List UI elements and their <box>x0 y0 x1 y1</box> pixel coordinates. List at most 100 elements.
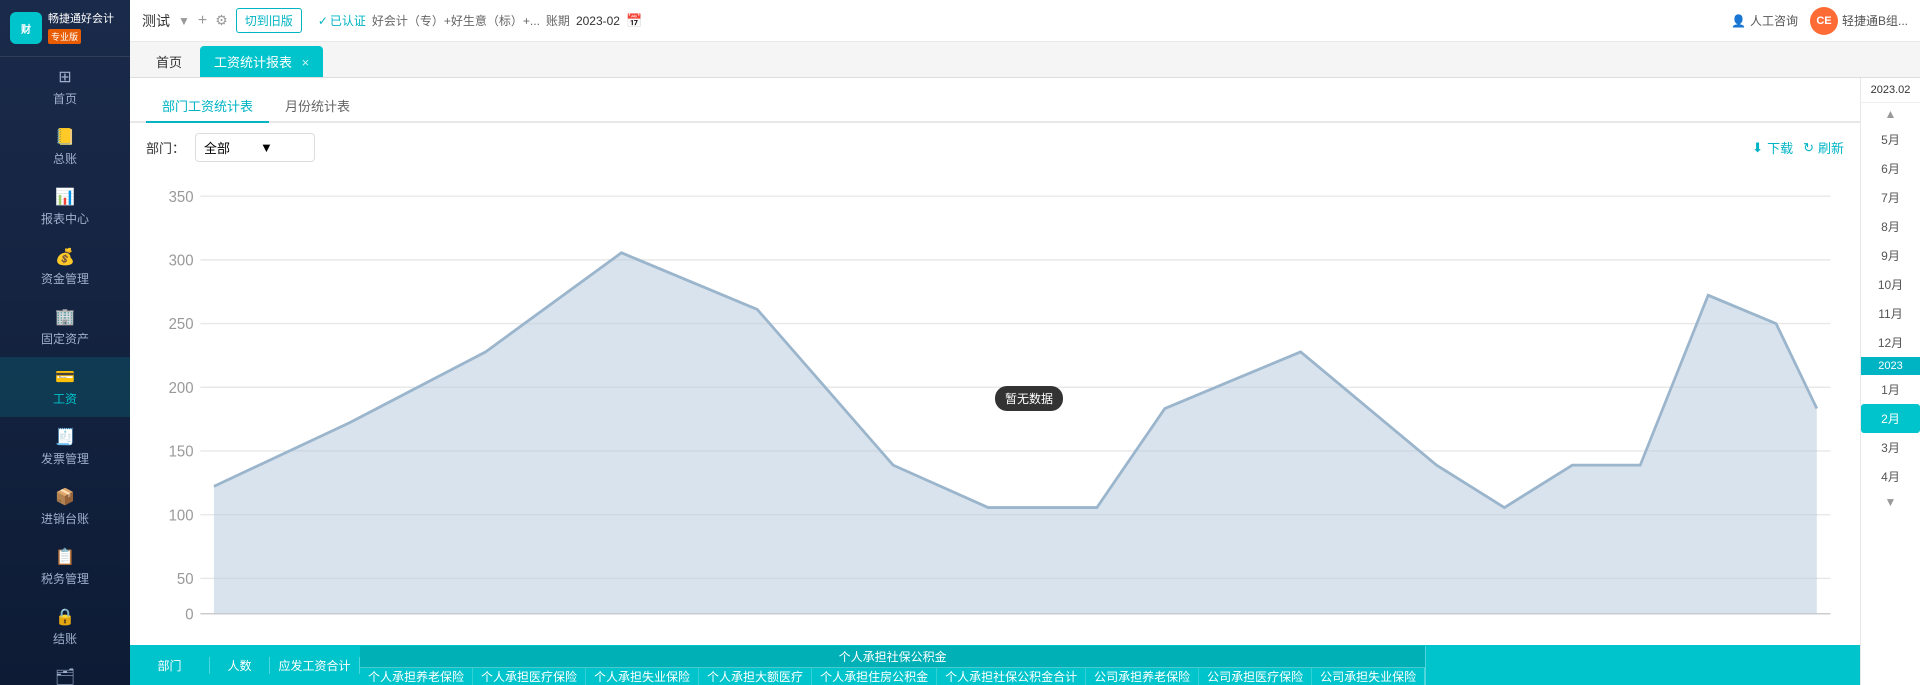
home-icon: ⊞ <box>58 67 71 87</box>
download-button[interactable]: ⬇ 下载 <box>1752 138 1793 157</box>
sidebar-item-assets[interactable]: 🏢 固定资产 <box>0 297 130 357</box>
status-period-label: 账期 <box>546 12 570 29</box>
table-footer: 部门 人数 应发工资合计 个人承担社保公积金 个人承担养老保险 个人承担医疗保险… <box>130 645 1860 685</box>
purchase-icon: 📦 <box>55 487 75 507</box>
sidebar-item-salary[interactable]: 💳 工资 <box>0 357 130 417</box>
sidebar-item-home[interactable]: ⊞ 首页 <box>0 57 130 117</box>
month-9[interactable]: 9月 <box>1861 241 1920 270</box>
svg-text:250: 250 <box>169 316 194 333</box>
sidebar-item-label: 资金管理 <box>41 270 89 287</box>
sidebar-item-label: 总账 <box>53 150 77 167</box>
sidebar-item-reports[interactable]: 📊 报表中心 <box>0 177 130 237</box>
assets-icon: 🏢 <box>55 307 75 327</box>
logo-badge: 专业版 <box>48 29 81 44</box>
reports-icon: 📊 <box>55 187 75 207</box>
main-area: 测试 ▼ + ⚙ 切到旧版 ✓ 已认证 好会计（专）+好生意（标）+... 账期… <box>130 0 1920 685</box>
header-title: 测试 <box>142 11 170 31</box>
col-company-unemployment: 公司承担失业保险 <box>1312 668 1425 685</box>
date-panel-down[interactable]: ▼ <box>1861 491 1920 513</box>
col-company-medical: 公司承担医疗保险 <box>1199 668 1312 685</box>
month-3[interactable]: 3月 <box>1861 433 1920 462</box>
human-consult-button[interactable]: 👤 人工咨询 <box>1731 12 1798 29</box>
month-11[interactable]: 11月 <box>1861 299 1920 328</box>
svg-text:150: 150 <box>169 443 194 460</box>
download-icon: ⬇ <box>1752 140 1763 156</box>
header-settings-icon[interactable]: ⚙ <box>215 12 228 29</box>
close-account-icon: 🔒 <box>55 607 75 627</box>
refresh-button[interactable]: ↻ 刷新 <box>1803 138 1844 157</box>
group-cols: 个人承担养老保险 个人承担医疗保险 个人承担失业保险 个人承担大额医疗 个人承担… <box>360 668 1425 685</box>
month-1[interactable]: 1月 <box>1861 375 1920 404</box>
col-personal-total: 个人承担社保公积金合计 <box>937 668 1086 685</box>
group-header: 个人承担社保公积金 <box>360 646 1425 668</box>
month-6[interactable]: 6月 <box>1861 154 1920 183</box>
archive-icon: 🗂 <box>55 667 75 685</box>
human-icon: 👤 <box>1731 14 1746 28</box>
content: 部门工资统计表 月份统计表 部门： 全部 ▼ ⬇ 下载 ↻ 刷新 <box>130 78 1920 685</box>
sidebar-logo: 财 畅捷通好会计 专业版 <box>0 0 130 57</box>
svg-text:300: 300 <box>169 252 194 269</box>
logo-icon: 财 <box>10 12 42 44</box>
header-add-icon[interactable]: + <box>198 12 207 30</box>
month-2-active[interactable]: 2月 <box>1861 404 1920 433</box>
sidebar-item-label: 首页 <box>53 90 77 107</box>
switch-old-button[interactable]: 切到旧版 <box>236 8 302 33</box>
col-total-salary: 应发工资合计 <box>270 657 360 674</box>
col-personal-big-medical: 个人承担大额医疗 <box>699 668 812 685</box>
sidebar-nav: ⊞ 首页 📒 总账 📊 报表中心 💰 资金管理 🏢 固定资产 💳 工资 🧾 发票… <box>0 57 130 685</box>
user-name: 轻捷通B组... <box>1842 12 1908 29</box>
dept-label: 部门： <box>146 138 185 157</box>
toolbar: 部门： 全部 ▼ ⬇ 下载 ↻ 刷新 <box>130 123 1860 172</box>
tab-close-icon[interactable]: × <box>302 55 310 70</box>
sidebar-item-invoice[interactable]: 🧾 发票管理 <box>0 417 130 477</box>
header-dropdown-icon[interactable]: ▼ <box>178 14 190 28</box>
sidebar: 财 畅捷通好会计 专业版 ⊞ 首页 📒 总账 📊 报表中心 💰 资金管理 🏢 固… <box>0 0 130 685</box>
tab-salary-report[interactable]: 工资统计报表 × <box>200 46 323 77</box>
sidebar-item-label: 发票管理 <box>41 450 89 467</box>
sidebar-item-label: 工资 <box>53 390 77 407</box>
month-4[interactable]: 4月 <box>1861 462 1920 491</box>
col-personal-housing: 个人承担住房公积金 <box>812 668 937 685</box>
tax-icon: 📋 <box>55 547 75 567</box>
logo-text: 畅捷通好会计 <box>48 12 114 26</box>
sidebar-item-label: 固定资产 <box>41 330 89 347</box>
status-product: 好会计（专）+好生意（标）+... <box>372 12 540 29</box>
sidebar-item-purchase[interactable]: 📦 进销台账 <box>0 477 130 537</box>
sidebar-item-label: 进销台账 <box>41 510 89 527</box>
month-7[interactable]: 7月 <box>1861 183 1920 212</box>
human-consult-label: 人工咨询 <box>1750 12 1798 29</box>
sub-tabs: 部门工资统计表 月份统计表 <box>130 78 1860 123</box>
refresh-label: 刷新 <box>1818 138 1844 157</box>
status-period-value: 2023-02 <box>576 14 620 28</box>
sidebar-item-close[interactable]: 🔒 结账 <box>0 597 130 657</box>
svg-text:100: 100 <box>169 507 194 524</box>
month-8[interactable]: 8月 <box>1861 212 1920 241</box>
tab-home[interactable]: 首页 <box>142 46 196 77</box>
dept-select[interactable]: 全部 ▼ <box>195 133 315 162</box>
month-10[interactable]: 10月 <box>1861 270 1920 299</box>
check-icon: ✓ <box>318 14 328 28</box>
sub-tab-monthly[interactable]: 月份统计表 <box>269 90 366 123</box>
month-12[interactable]: 12月 <box>1861 328 1920 357</box>
sidebar-item-label: 结账 <box>53 630 77 647</box>
user-avatar-menu[interactable]: CE 轻捷通B组... <box>1810 7 1908 35</box>
col-group-personal: 个人承担社保公积金 个人承担养老保险 个人承担医疗保险 个人承担失业保险 个人承… <box>360 646 1426 685</box>
funds-icon: 💰 <box>55 247 75 267</box>
sidebar-item-archive[interactable]: 🗂 归档管理 <box>0 657 130 685</box>
calendar-icon[interactable]: 📅 <box>626 13 642 29</box>
sidebar-item-tax[interactable]: 📋 税务管理 <box>0 537 130 597</box>
sub-tab-dept[interactable]: 部门工资统计表 <box>146 90 269 123</box>
header: 测试 ▼ + ⚙ 切到旧版 ✓ 已认证 好会计（专）+好生意（标）+... 账期… <box>130 0 1920 42</box>
refresh-icon: ↻ <box>1803 140 1814 156</box>
col-dept: 部门 <box>130 657 210 674</box>
right-date-panel: 2023.02 ▲ 5月 6月 7月 8月 9月 10月 11月 12月 202… <box>1860 78 1920 685</box>
chart-svg: 350 300 250 200 150 100 50 0 <box>146 182 1844 635</box>
ledger-icon: 📒 <box>55 127 75 147</box>
sidebar-item-ledger[interactable]: 📒 总账 <box>0 117 130 177</box>
month-5[interactable]: 5月 <box>1861 125 1920 154</box>
sidebar-item-funds[interactable]: 💰 资金管理 <box>0 237 130 297</box>
date-panel-current: 2023.02 <box>1861 78 1920 103</box>
date-panel-up[interactable]: ▲ <box>1861 103 1920 125</box>
chart-tooltip: 暂无数据 <box>995 386 1063 411</box>
header-status: ✓ 已认证 好会计（专）+好生意（标）+... 账期 2023-02 📅 <box>318 12 642 29</box>
